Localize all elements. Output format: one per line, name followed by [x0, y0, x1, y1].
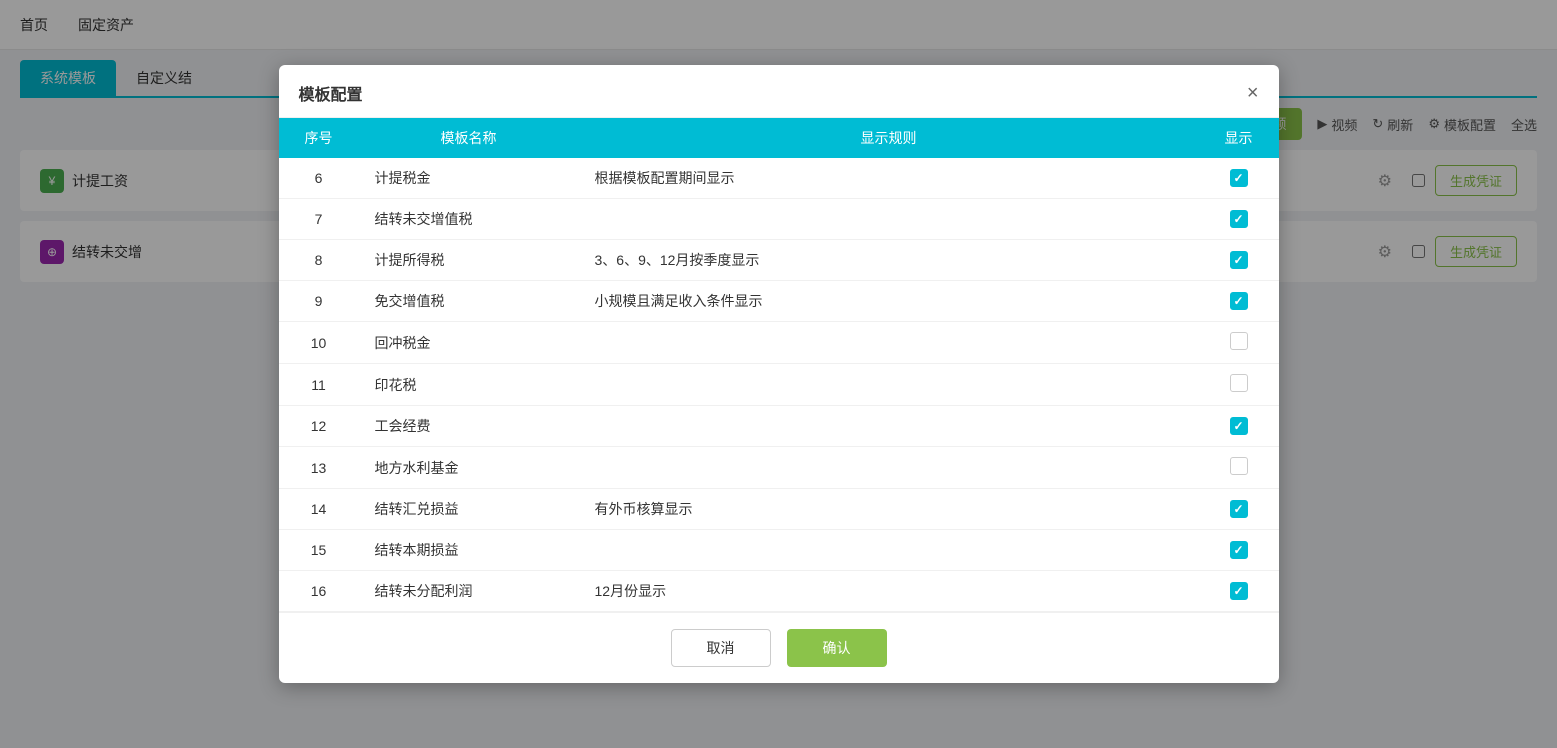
row-name-12: 工会经费: [359, 406, 579, 447]
row-name-9: 免交增值税: [359, 281, 579, 322]
row-checkbox-cell-16: [1199, 571, 1279, 612]
table-row: 9免交增值税小规模且满足收入条件显示: [279, 281, 1279, 322]
row-rule-10: [579, 322, 1199, 364]
row-id-14: 14: [279, 489, 359, 530]
row-checkbox-cell-9: [1199, 281, 1279, 322]
modal-footer: 取消 确认: [279, 612, 1279, 683]
row-rule-9: 小规模且满足收入条件显示: [579, 281, 1199, 322]
row-rule-13: [579, 447, 1199, 489]
row-id-9: 9: [279, 281, 359, 322]
row-id-8: 8: [279, 240, 359, 281]
row-checkbox-10[interactable]: [1230, 332, 1248, 350]
row-checkbox-cell-7: [1199, 199, 1279, 240]
row-id-16: 16: [279, 571, 359, 612]
row-rule-14: 有外币核算显示: [579, 489, 1199, 530]
row-rule-15: [579, 530, 1199, 571]
col-header-name: 模板名称: [359, 118, 579, 158]
row-rule-6: 根据模板配置期间显示: [579, 158, 1199, 199]
row-checkbox-cell-10: [1199, 322, 1279, 364]
row-name-16: 结转未分配利润: [359, 571, 579, 612]
col-header-show: 显示: [1199, 118, 1279, 158]
modal-template-config: 模板配置 × 序号 模板名称 显示规则 显示 6计提税金根据模板配置期间显示7结…: [279, 65, 1279, 683]
row-name-13: 地方水利基金: [359, 447, 579, 489]
row-checkbox-cell-6: [1199, 158, 1279, 199]
row-checkbox-7[interactable]: [1230, 210, 1248, 228]
row-id-7: 7: [279, 199, 359, 240]
table-row: 11印花税: [279, 364, 1279, 406]
row-checkbox-13[interactable]: [1230, 457, 1248, 475]
row-name-11: 印花税: [359, 364, 579, 406]
table-row: 16结转未分配利润12月份显示: [279, 571, 1279, 612]
row-checkbox-16[interactable]: [1230, 582, 1248, 600]
row-checkbox-6[interactable]: [1230, 169, 1248, 187]
modal-title: 模板配置: [299, 81, 363, 105]
modal-header: 模板配置 ×: [279, 65, 1279, 118]
row-checkbox-cell-8: [1199, 240, 1279, 281]
row-id-13: 13: [279, 447, 359, 489]
row-rule-8: 3、6、9、12月按季度显示: [579, 240, 1199, 281]
confirm-button[interactable]: 确认: [787, 629, 887, 667]
row-checkbox-cell-14: [1199, 489, 1279, 530]
row-rule-16: 12月份显示: [579, 571, 1199, 612]
row-id-11: 11: [279, 364, 359, 406]
row-checkbox-15[interactable]: [1230, 541, 1248, 559]
row-id-15: 15: [279, 530, 359, 571]
row-checkbox-cell-11: [1199, 364, 1279, 406]
config-table: 序号 模板名称 显示规则 显示 6计提税金根据模板配置期间显示7结转未交增值税8…: [279, 118, 1279, 612]
cancel-button[interactable]: 取消: [671, 629, 771, 667]
table-row: 12工会经费: [279, 406, 1279, 447]
row-name-6: 计提税金: [359, 158, 579, 199]
table-row: 8计提所得税3、6、9、12月按季度显示: [279, 240, 1279, 281]
row-id-10: 10: [279, 322, 359, 364]
row-name-8: 计提所得税: [359, 240, 579, 281]
row-id-12: 12: [279, 406, 359, 447]
row-checkbox-cell-15: [1199, 530, 1279, 571]
table-row: 6计提税金根据模板配置期间显示: [279, 158, 1279, 199]
table-row: 15结转本期损益: [279, 530, 1279, 571]
row-checkbox-cell-13: [1199, 447, 1279, 489]
col-header-rule: 显示规则: [579, 118, 1199, 158]
row-checkbox-14[interactable]: [1230, 500, 1248, 518]
row-checkbox-8[interactable]: [1230, 251, 1248, 269]
table-row: 13地方水利基金: [279, 447, 1279, 489]
row-checkbox-cell-12: [1199, 406, 1279, 447]
col-header-id: 序号: [279, 118, 359, 158]
modal-overlay: 模板配置 × 序号 模板名称 显示规则 显示 6计提税金根据模板配置期间显示7结…: [0, 0, 1557, 748]
row-checkbox-9[interactable]: [1230, 292, 1248, 310]
table-row: 7结转未交增值税: [279, 199, 1279, 240]
row-name-14: 结转汇兑损益: [359, 489, 579, 530]
modal-body: 序号 模板名称 显示规则 显示 6计提税金根据模板配置期间显示7结转未交增值税8…: [279, 118, 1279, 612]
row-checkbox-12[interactable]: [1230, 417, 1248, 435]
row-rule-11: [579, 364, 1199, 406]
row-rule-7: [579, 199, 1199, 240]
table-row: 10回冲税金: [279, 322, 1279, 364]
close-icon[interactable]: ×: [1247, 83, 1259, 103]
row-name-10: 回冲税金: [359, 322, 579, 364]
row-rule-12: [579, 406, 1199, 447]
table-row: 14结转汇兑损益有外币核算显示: [279, 489, 1279, 530]
row-id-6: 6: [279, 158, 359, 199]
row-checkbox-11[interactable]: [1230, 374, 1248, 392]
row-name-15: 结转本期损益: [359, 530, 579, 571]
row-name-7: 结转未交增值税: [359, 199, 579, 240]
